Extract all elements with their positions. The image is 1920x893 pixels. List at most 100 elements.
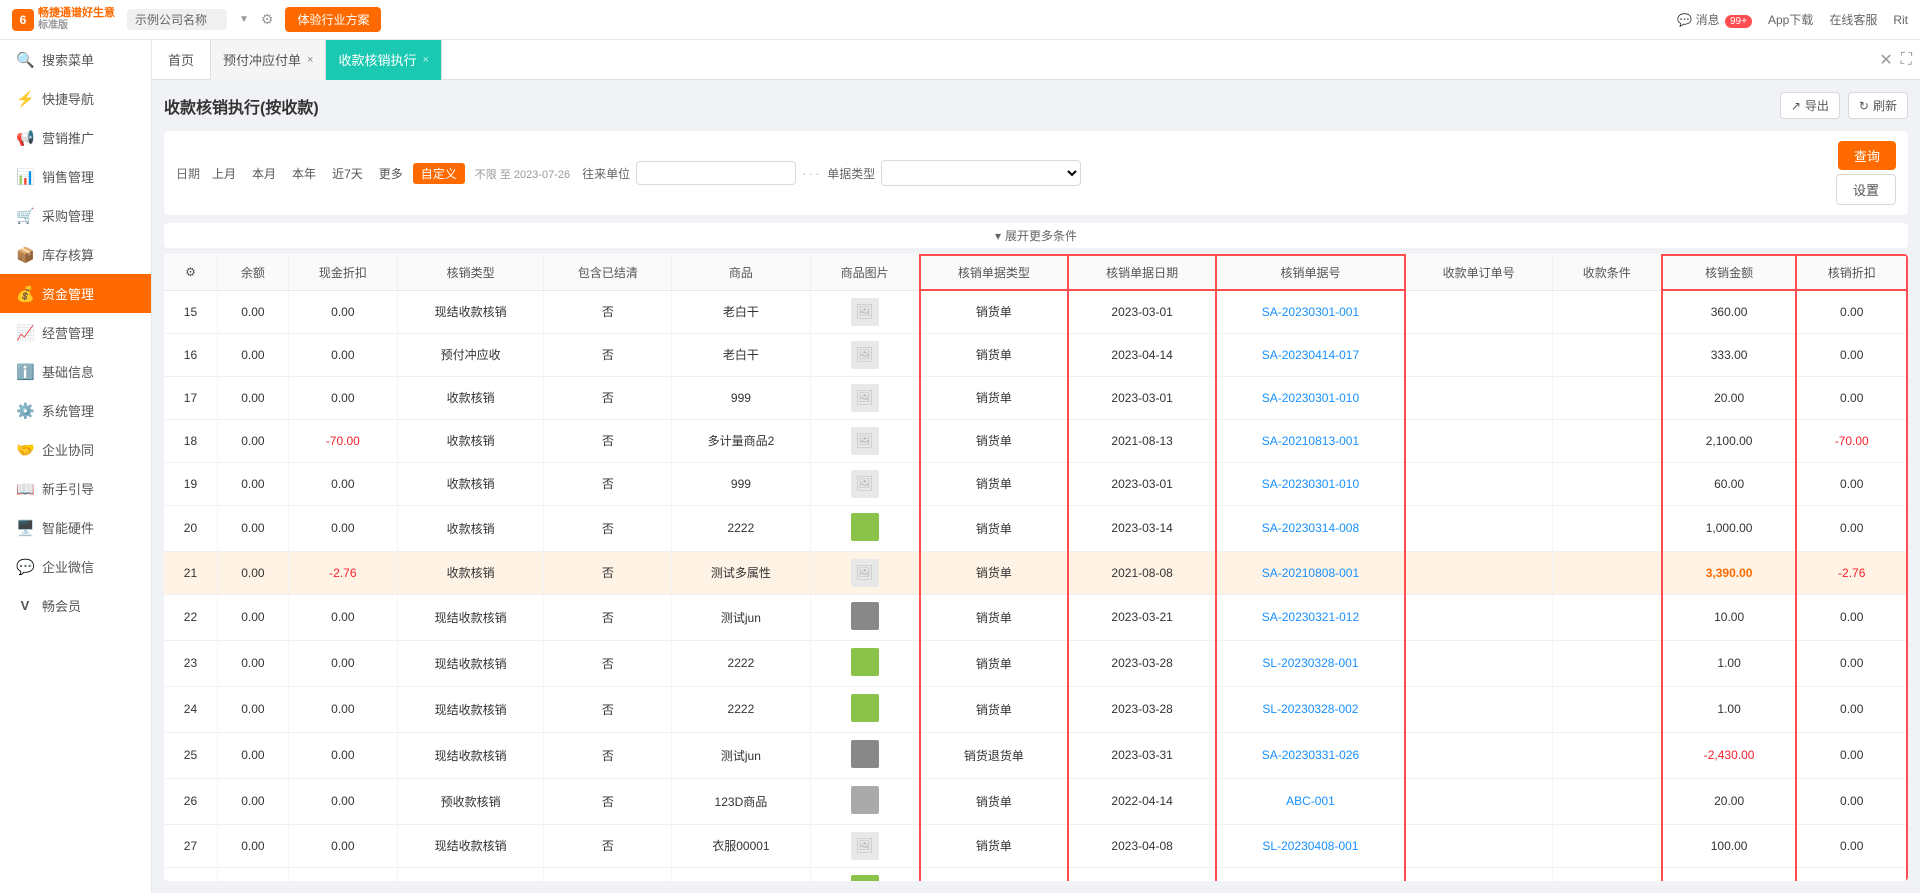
sidebar-item-purchase[interactable]: 🛒 采购管理 <box>0 196 151 235</box>
cell-bill-no: SA-20230301-010 <box>1216 376 1404 419</box>
from-unit-dots[interactable]: ··· <box>802 166 821 181</box>
sidebar-item-search[interactable]: 🔍 搜索菜单 <box>0 40 151 79</box>
cell-balance: 0.00 <box>217 505 288 551</box>
sidebar-item-guide[interactable]: 📖 新手引导 <box>0 469 151 508</box>
cell-amount: 3,390.00 <box>1662 551 1797 594</box>
filter-bar: 日期 上月 本月 本年 近7天 更多 自定义 不限 至 2023-07-26 往… <box>164 131 1908 215</box>
recent7-btn[interactable]: 近7天 <box>326 163 369 184</box>
cell-bill-no: SL-20230328-002 <box>1216 686 1404 732</box>
tab-receivables[interactable]: 收款核销执行 × <box>326 40 441 80</box>
bill-no-link[interactable]: SA-20230414-017 <box>1262 348 1359 362</box>
cell-bill-no: SA-20230414-017 <box>1216 333 1404 376</box>
bill-no-link[interactable]: SA-20210813-001 <box>1262 434 1359 448</box>
tab-expand-icon[interactable]: ⛶ <box>1901 51 1912 69</box>
cell-bill-date: 2023-03-01 <box>1068 290 1216 333</box>
sidebar-item-finance-label: 资金管理 <box>42 284 94 303</box>
sidebar-item-sales[interactable]: 📊 销售管理 <box>0 157 151 196</box>
product-image <box>851 513 879 541</box>
sidebar-item-operations[interactable]: 📈 经营管理 <box>0 313 151 352</box>
table-row: 22 0.00 0.00 现结收款核销 否 测试jun 销货单 2023-03-… <box>164 594 1907 640</box>
col-header-discount: 核销折扣 <box>1796 255 1907 290</box>
cell-amount: 360.00 <box>1662 290 1797 333</box>
bill-type-select[interactable] <box>881 160 1081 186</box>
tab-prepay-close-icon[interactable]: × <box>307 54 313 66</box>
sidebar-item-member[interactable]: V 畅会员 <box>0 586 151 625</box>
bill-no-link[interactable]: SA-20230301-001 <box>1262 305 1359 319</box>
bill-no-link[interactable]: SA-20230314-008 <box>1262 521 1359 535</box>
message-icon-area[interactable]: 💬 消息 99+ <box>1677 11 1752 28</box>
cell-bill-date: 2023-03-14 <box>1068 505 1216 551</box>
bill-no-link[interactable]: SA-20230331-026 <box>1262 748 1359 762</box>
cell-bill-date: 2023-04-14 <box>1068 333 1216 376</box>
tab-bar: 首页 预付冲应付单 × 收款核销执行 × ✕ ⛶ <box>152 40 1920 80</box>
cell-no: 15 <box>164 290 217 333</box>
custom-date-btn[interactable]: 自定义 <box>413 163 465 184</box>
cell-included: 否 <box>544 333 672 376</box>
app-download-link[interactable]: App下载 <box>1768 11 1813 28</box>
solution-button[interactable]: 体验行业方案 <box>285 7 381 32</box>
sidebar-item-system-label: 系统管理 <box>42 401 94 420</box>
sidebar-item-inventory[interactable]: 📦 库存核算 <box>0 235 151 274</box>
cell-bill-type: 销货单 <box>920 462 1068 505</box>
refresh-button[interactable]: ↻ 刷新 <box>1848 92 1908 119</box>
company-name[interactable]: 示例公司名称 <box>127 9 227 30</box>
cell-condition <box>1552 551 1662 594</box>
tab-close-all-icon[interactable]: ✕ <box>1879 50 1892 70</box>
tab-prepay[interactable]: 预付冲应付单 × <box>211 40 326 80</box>
cell-included: 否 <box>544 290 672 333</box>
export-button[interactable]: ↗ 导出 <box>1780 92 1840 119</box>
cell-condition <box>1552 824 1662 867</box>
cell-bill-date: 2021-08-08 <box>1068 551 1216 594</box>
company-dropdown-icon[interactable]: ▼ <box>239 14 249 25</box>
expand-more-conditions[interactable]: ▾ 展开更多条件 <box>164 223 1908 248</box>
cell-balance: 0.00 <box>217 376 288 419</box>
bill-no-link[interactable]: ABC-001 <box>1286 794 1335 808</box>
bill-no-link[interactable]: SA-20230301-010 <box>1262 477 1359 491</box>
sidebar-item-hardware[interactable]: 🖥️ 智能硬件 <box>0 508 151 547</box>
top-bar-right: 💬 消息 99+ App下载 在线客服 Rit <box>1677 11 1908 28</box>
col-header-settings[interactable]: ⚙ <box>164 255 217 290</box>
cell-type: 现结收款核销 <box>397 732 544 778</box>
cell-type: 预收款核销 <box>397 778 544 824</box>
from-unit-input[interactable] <box>636 161 796 185</box>
bill-no-link[interactable]: SL-20230408-001 <box>1262 839 1358 853</box>
sidebar-item-enterprise-label: 企业协同 <box>42 440 94 459</box>
sidebar-item-basic-info[interactable]: ℹ️ 基础信息 <box>0 352 151 391</box>
last-month-btn[interactable]: 上月 <box>206 163 242 184</box>
query-button[interactable]: 查询 <box>1838 141 1896 170</box>
bill-no-link[interactable]: SA-20230321-012 <box>1262 610 1359 624</box>
more-date-btn[interactable]: 更多 <box>373 163 409 184</box>
table-row: 25 0.00 0.00 现结收款核销 否 测试jun 销货退货单 2023-0… <box>164 732 1907 778</box>
cell-type: 现结收款核销 <box>397 824 544 867</box>
tab-home[interactable]: 首页 <box>152 40 211 80</box>
bill-no-link[interactable]: SL-20230328-002 <box>1262 702 1358 716</box>
online-service-link[interactable]: 在线客服 <box>1829 11 1877 28</box>
bill-no-link[interactable]: SL-20230328-001 <box>1262 656 1358 670</box>
setting-button[interactable]: 设置 <box>1836 174 1896 205</box>
page-title-text: 收款核销执行(按收款) <box>164 94 319 118</box>
sidebar-item-wechat[interactable]: 💬 企业微信 <box>0 547 151 586</box>
cell-product: 999 <box>672 376 810 419</box>
refresh-icon: ↻ <box>1859 99 1869 113</box>
cell-balance: 0.00 <box>217 551 288 594</box>
cell-cash-discount: 0.00 <box>288 640 397 686</box>
product-image: 🖼 <box>851 341 879 369</box>
cell-no: 28 <box>164 867 217 881</box>
cell-bill-type: 销货单 <box>920 419 1068 462</box>
sidebar-item-system[interactable]: ⚙️ 系统管理 <box>0 391 151 430</box>
sidebar-item-enterprise[interactable]: 🤝 企业协同 <box>0 430 151 469</box>
bill-no-link[interactable]: SA-20230301-010 <box>1262 391 1359 405</box>
this-year-btn[interactable]: 本年 <box>286 163 322 184</box>
settings-gear-icon[interactable]: ⚙ <box>261 11 274 28</box>
bill-no-link[interactable]: SA-20210808-001 <box>1262 566 1359 580</box>
tab-receivables-close-icon[interactable]: × <box>422 54 428 66</box>
sidebar-item-marketing[interactable]: 📢 营销推广 <box>0 118 151 157</box>
cell-included: 否 <box>544 505 672 551</box>
user-name[interactable]: Rit <box>1893 13 1908 27</box>
sidebar-item-marketing-label: 营销推广 <box>42 128 94 147</box>
this-month-btn[interactable]: 本月 <box>246 163 282 184</box>
table-row: 15 0.00 0.00 现结收款核销 否 老白干 🖼 销货单 2023-03-… <box>164 290 1907 333</box>
cell-balance: 0.00 <box>217 686 288 732</box>
sidebar-item-quick-nav[interactable]: ⚡ 快捷导航 <box>0 79 151 118</box>
sidebar-item-finance[interactable]: 💰 资金管理 <box>0 274 151 313</box>
